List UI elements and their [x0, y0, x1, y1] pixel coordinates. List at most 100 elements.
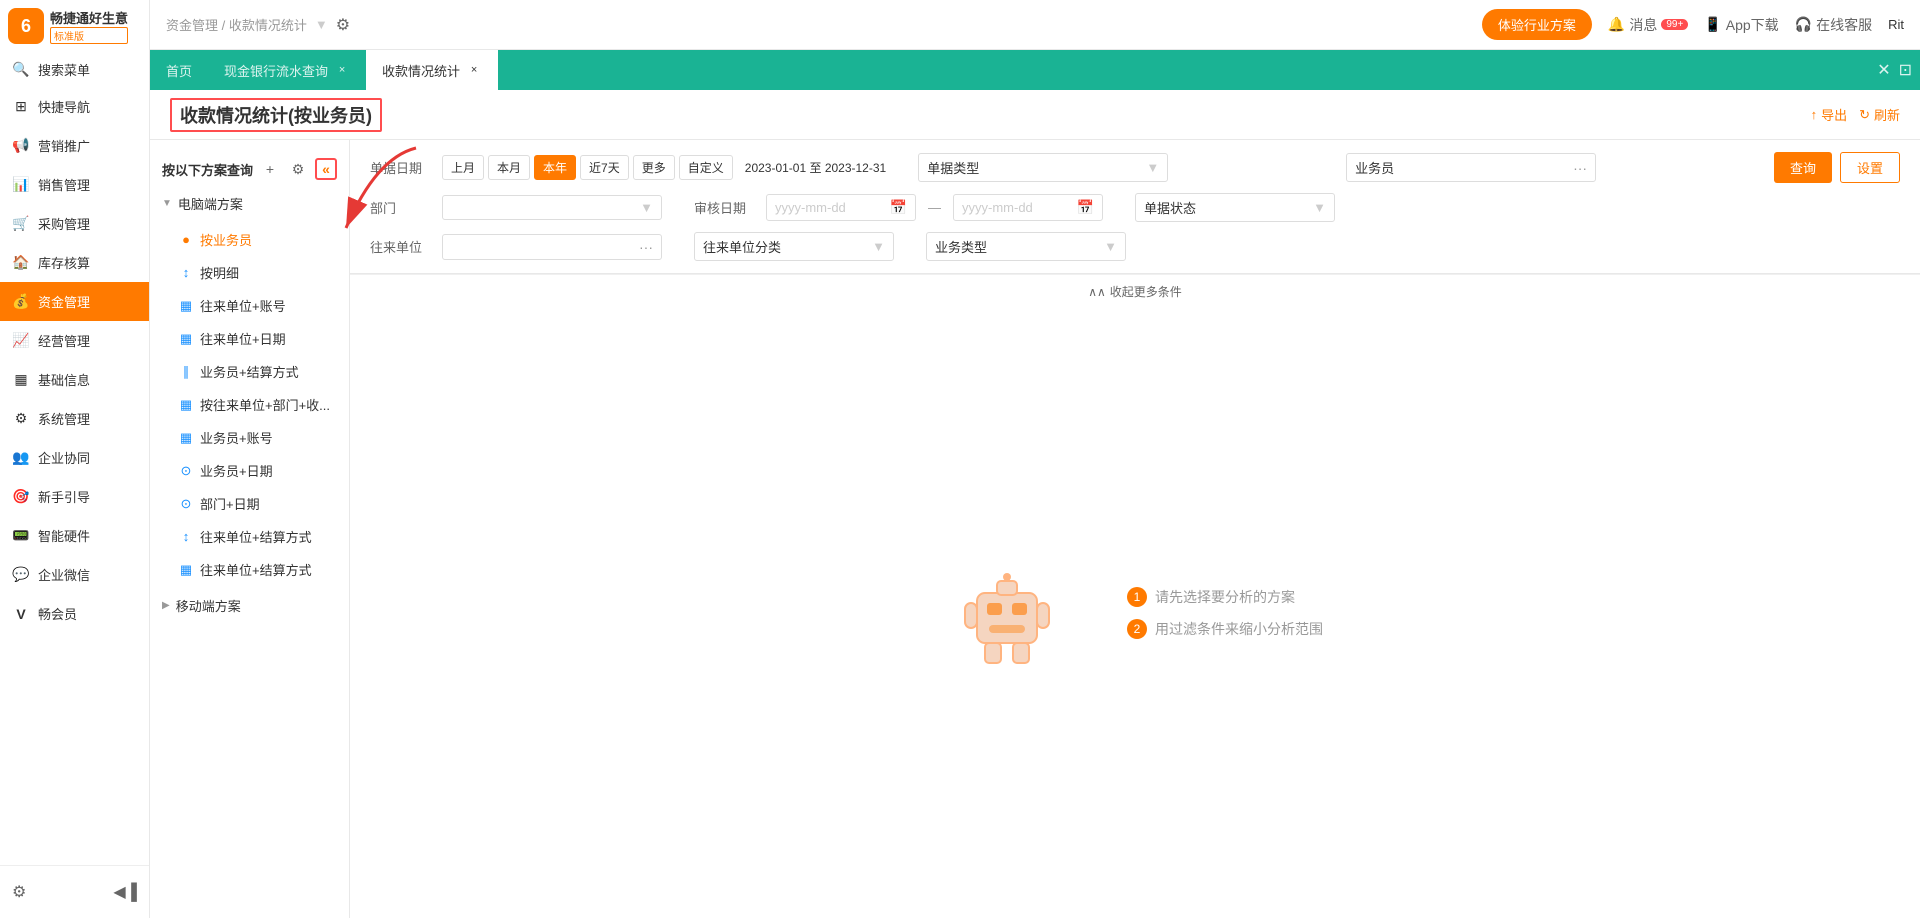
tree-item-salesperson-account[interactable]: ▦ 业务员+账号 [150, 421, 349, 454]
finance-icon: 💰 [12, 293, 30, 311]
date-btn-more[interactable]: 更多 [633, 155, 675, 180]
sidebar-item-label: 营销推广 [38, 136, 90, 155]
tree-item-salesperson[interactable]: ● 按业务员 [150, 223, 349, 256]
user-name[interactable]: Rit [1888, 17, 1904, 32]
collapse-sidebar-icon[interactable]: ◀▐ [113, 882, 137, 902]
app-version: 标准版 [50, 27, 128, 44]
tab-cashflow-close[interactable]: × [334, 62, 350, 78]
tree-item-salesperson-payment[interactable]: ∥ 业务员+结算方式 [150, 355, 349, 388]
sidebar: 6 畅捷通好生意 标准版 🔍 搜索菜单 ⊞ 快捷导航 📢 营销推广 📊 销售管理… [0, 0, 150, 918]
breadcrumb-arrow: ▼ [315, 17, 328, 32]
partner-category-select[interactable]: 往来单位分类 ▼ [694, 232, 894, 261]
filter-actions: 查询 设置 [1774, 152, 1900, 183]
filter-area: 单据日期 上月 本月 本年 近7天 更多 自定义 2023-01-01 至 20… [350, 140, 1920, 274]
sidebar-item-purchase[interactable]: 🛒 采购管理 [0, 204, 149, 243]
sidebar-item-sales[interactable]: 📊 销售管理 [0, 165, 149, 204]
partner-label: 往来单位 [370, 237, 430, 256]
tree-item-label: 按往来单位+部门+收... [200, 395, 330, 414]
left-panel: 按以下方案查询 + ⚙ « ▼ 电脑端方案 ● 按业务员 [150, 140, 350, 918]
sidebar-item-finance[interactable]: 💰 资金管理 [0, 282, 149, 321]
tree-section-mobile-label: 移动端方案 [176, 596, 241, 615]
search-icon: 🔍 [12, 61, 30, 79]
tree-section-desktop-title[interactable]: ▼ 电脑端方案 [150, 188, 349, 219]
scheme-settings-icon[interactable]: ⚙ [287, 158, 309, 180]
sidebar-item-system[interactable]: ⚙ 系统管理 [0, 399, 149, 438]
hint-text-1: 请先选择要分析的方案 [1155, 587, 1295, 607]
message-icon-area[interactable]: 🔔 消息 99+ [1608, 15, 1688, 35]
tree-section-mobile-title[interactable]: ▶ 移动端方案 [150, 590, 349, 621]
tab-receipt-close[interactable]: × [466, 62, 482, 78]
system-icon: ⚙ [12, 410, 30, 428]
topbar-settings-icon[interactable]: ⚙ [336, 15, 350, 35]
sidebar-item-wechat[interactable]: 💬 企业微信 [0, 555, 149, 594]
dept-arrow: ▼ [640, 200, 653, 215]
date-btn-7days[interactable]: 近7天 [580, 155, 629, 180]
tab-home[interactable]: 首页 [150, 50, 208, 90]
business-type-select[interactable]: 业务类型 ▼ [926, 232, 1126, 261]
tree-item-partner-payment1[interactable]: ↕ 往来单位+结算方式 [150, 520, 349, 553]
hint-num-2: 2 [1127, 619, 1147, 639]
review-date-start-icon[interactable]: 📅 [890, 199, 907, 216]
online-service-area[interactable]: 🎧 在线客服 [1795, 15, 1872, 35]
trial-button[interactable]: 体验行业方案 [1482, 9, 1592, 40]
settings-button[interactable]: 设置 [1840, 152, 1900, 183]
topbar-left: 资金管理 / 收款情况统计 ▼ ⚙ [166, 15, 1470, 35]
sidebar-item-basic-info[interactable]: ▦ 基础信息 [0, 360, 149, 399]
review-date-start[interactable]: yyyy-mm-dd 📅 [766, 194, 916, 221]
tree-item-partner-dept[interactable]: ▦ 按往来单位+部门+收... [150, 388, 349, 421]
partner-account-icon: ▦ [178, 298, 194, 314]
tree-item-partner-payment2[interactable]: ▦ 往来单位+结算方式 [150, 553, 349, 586]
salesperson-account-icon: ▦ [178, 430, 194, 446]
tree-items-desktop: ● 按业务员 ↕ 按明细 ▦ 往来单位+账号 ▦ 往来单位+日期 [150, 219, 349, 590]
window-close-btn[interactable]: ✕ [1877, 60, 1890, 80]
sidebar-item-quicknav[interactable]: ⊞ 快捷导航 [0, 87, 149, 126]
add-scheme-icon[interactable]: + [259, 158, 281, 180]
sidebar-item-member[interactable]: V 畅会员 [0, 594, 149, 633]
sales-icon: 📊 [12, 176, 30, 194]
collapse-panel-icon[interactable]: « [315, 158, 337, 180]
date-btn-this-year[interactable]: 本年 [534, 155, 576, 180]
content-area: 按以下方案查询 + ⚙ « ▼ 电脑端方案 ● 按业务员 [150, 140, 1920, 918]
sidebar-item-hardware[interactable]: 📟 智能硬件 [0, 516, 149, 555]
tree-item-salesperson-date[interactable]: ⊙ 业务员+日期 [150, 454, 349, 487]
sidebar-item-search[interactable]: 🔍 搜索菜单 [0, 52, 149, 87]
tree-item-partner-account[interactable]: ▦ 往来单位+账号 [150, 289, 349, 322]
partner-input[interactable]: ··· [442, 234, 662, 260]
query-button[interactable]: 查询 [1774, 152, 1832, 183]
window-maximize-btn[interactable]: ⊡ [1899, 60, 1912, 80]
data-area: 1 请先选择要分析的方案 2 用过滤条件来缩小分析范围 [350, 308, 1920, 918]
sidebar-bottom: ⚙ ◀▐ [0, 865, 149, 918]
app-download-area[interactable]: 📱 App下载 [1704, 15, 1778, 35]
salesperson-select[interactable]: 业务员 ··· [1346, 153, 1596, 182]
date-range-text: 2023-01-01 至 2023-12-31 [745, 159, 886, 176]
tree-item-dept-date[interactable]: ⊙ 部门+日期 [150, 487, 349, 520]
bill-status-select[interactable]: 单据状态 ▼ [1135, 193, 1335, 222]
salesperson-more-icon[interactable]: ··· [1573, 160, 1587, 176]
sidebar-item-inventory[interactable]: 🏠 库存核算 [0, 243, 149, 282]
tab-receipt[interactable]: 收款情况统计 × [366, 50, 498, 90]
type-select[interactable]: 单据类型 ▼ [918, 153, 1168, 182]
tabbar: 首页 现金银行流水查询 × 收款情况统计 × ✕ ⊡ [150, 50, 1920, 90]
sidebar-item-enterprise[interactable]: 👥 企业协同 [0, 438, 149, 477]
sidebar-item-operations[interactable]: 📈 经营管理 [0, 321, 149, 360]
collapse-bar[interactable]: ∧∧ 收起更多条件 [350, 274, 1920, 308]
settings-bottom-icon[interactable]: ⚙ [12, 882, 26, 902]
tree-item-partner-date[interactable]: ▦ 往来单位+日期 [150, 322, 349, 355]
export-button[interactable]: ↑ 导出 [1811, 105, 1848, 124]
date-btn-this-month[interactable]: 本月 [488, 155, 530, 180]
tree-item-label: 往来单位+日期 [200, 329, 286, 348]
app-download-label: App下载 [1726, 15, 1779, 35]
sidebar-item-guide[interactable]: 🎯 新手引导 [0, 477, 149, 516]
refresh-button[interactable]: ↻ 刷新 [1859, 105, 1900, 124]
tree-item-detail[interactable]: ↕ 按明细 [150, 256, 349, 289]
review-date-end[interactable]: yyyy-mm-dd 📅 [953, 194, 1103, 221]
review-date-end-icon[interactable]: 📅 [1077, 199, 1094, 216]
tab-cashflow[interactable]: 现金银行流水查询 × [208, 50, 366, 90]
date-label: 单据日期 [370, 158, 430, 177]
dept-select[interactable]: ▼ [442, 195, 662, 220]
date-btn-custom[interactable]: 自定义 [679, 155, 733, 180]
date-btn-last-month[interactable]: 上月 [442, 155, 484, 180]
partner-more-icon[interactable]: ··· [639, 239, 653, 255]
export-label: 导出 [1821, 105, 1847, 124]
sidebar-item-marketing[interactable]: 📢 营销推广 [0, 126, 149, 165]
